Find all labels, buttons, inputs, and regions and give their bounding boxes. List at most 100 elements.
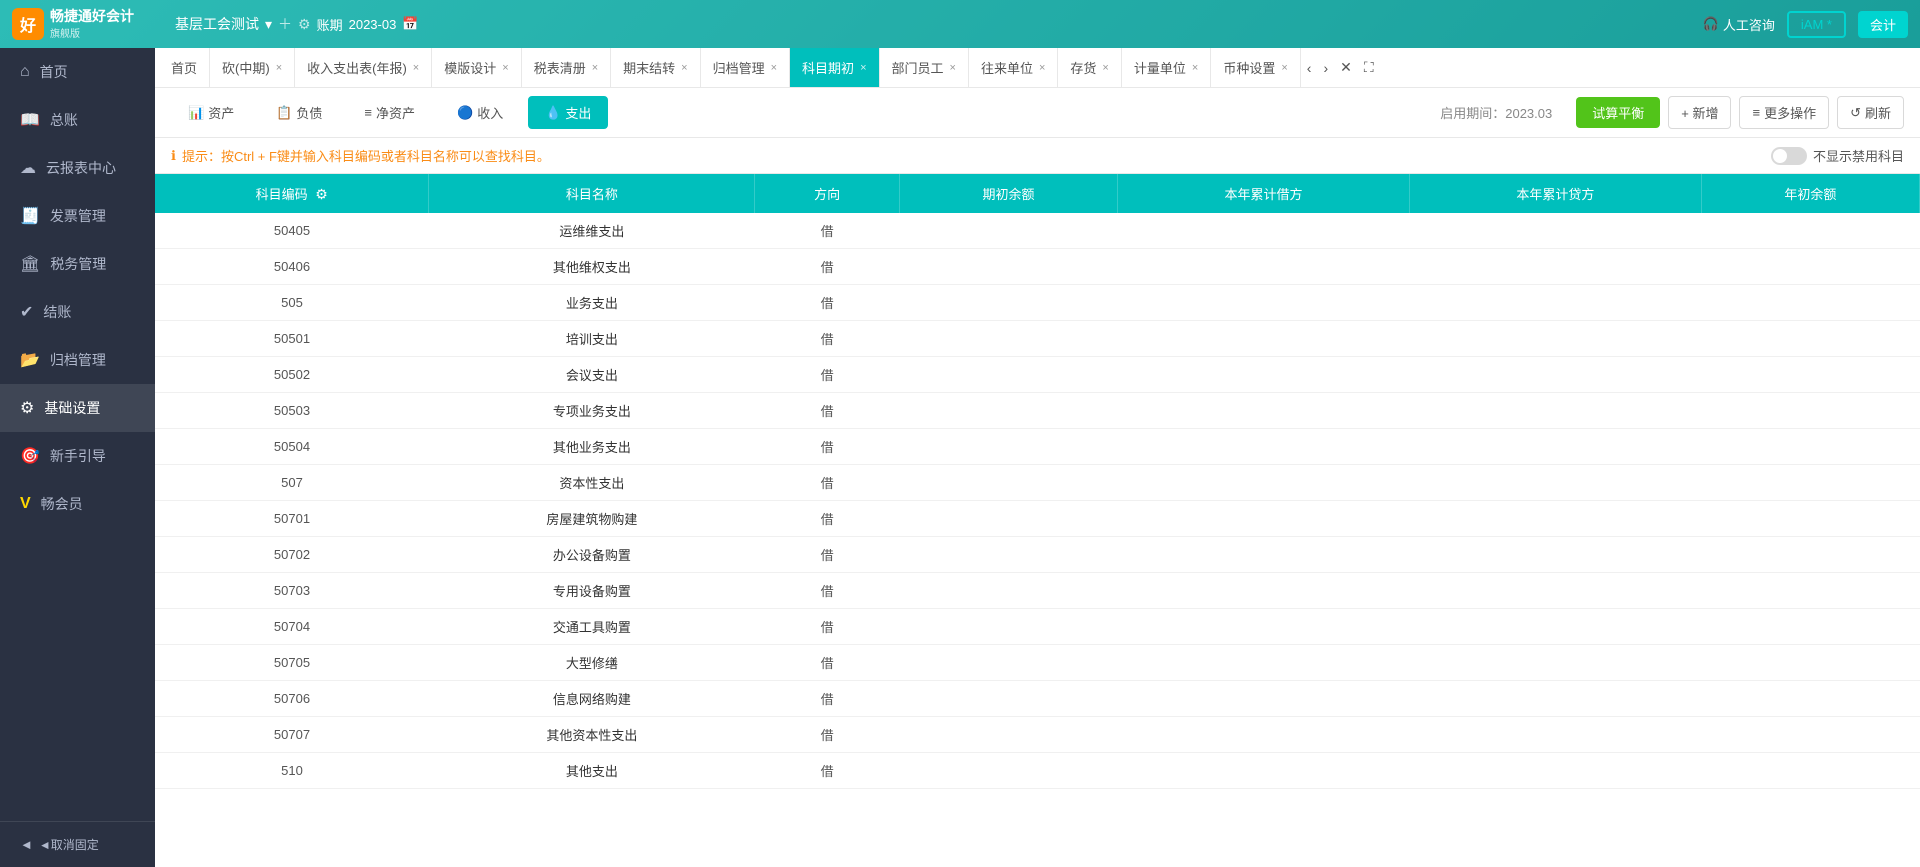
tab-currency[interactable]: 币种设置 ×	[1211, 48, 1300, 88]
balance-btn[interactable]: 试算平衡	[1576, 97, 1660, 128]
sidebar-item-tax[interactable]: 🏛 税务管理	[0, 240, 155, 288]
sidebar-item-home[interactable]: ⌂ 首页	[0, 48, 155, 96]
table-row[interactable]: 50406 其他维权支出 借	[155, 249, 1920, 285]
tab-subject-initial[interactable]: 科目期初 ×	[790, 48, 879, 88]
cell-dir: 借	[755, 501, 900, 537]
table-row[interactable]: 50706 信息网络购建 借	[155, 681, 1920, 717]
tab-inventory[interactable]: 存货 ×	[1058, 48, 1121, 88]
disable-toggle[interactable]	[1771, 147, 1807, 165]
table-row[interactable]: 50707 其他资本性支出 借	[155, 717, 1920, 753]
tab-unit[interactable]: 计量单位 ×	[1122, 48, 1211, 88]
add-company-icon[interactable]: ＋	[278, 14, 292, 34]
tab-next-btn[interactable]: ›	[1317, 48, 1334, 88]
kuaiji-button[interactable]: 会计	[1858, 11, 1908, 38]
cell-credit	[1409, 573, 1701, 609]
sidebar-item-invoice[interactable]: 🧾 发票管理	[0, 192, 155, 240]
sidebar-item-archive[interactable]: 📂 归档管理	[0, 336, 155, 384]
sidebar-item-checkout[interactable]: ✔ 结账	[0, 288, 155, 336]
cell-code: 50707	[155, 717, 429, 753]
cat-tab-net-assets[interactable]: ≡ 净资产	[347, 96, 432, 129]
add-btn[interactable]: + 新增	[1668, 96, 1731, 129]
cell-year-start	[1701, 681, 1919, 717]
tab-tax[interactable]: 税表清册 ×	[522, 48, 611, 88]
tab-contacts-close[interactable]: ×	[1039, 62, 1045, 74]
sidebar-item-guide[interactable]: 🎯 新手引导	[0, 432, 155, 480]
cell-code: 50502	[155, 357, 429, 393]
more-btn[interactable]: ≡ 更多操作	[1739, 96, 1829, 129]
table-row[interactable]: 50405 运维维支出 借	[155, 213, 1920, 249]
income-icon: 🔵	[457, 105, 473, 121]
cell-balance	[899, 717, 1117, 753]
tab-income-label: 收入支出表(年报)	[307, 58, 407, 77]
table-row[interactable]: 50702 办公设备购置 借	[155, 537, 1920, 573]
tab-home[interactable]: 首页	[159, 48, 210, 88]
cat-tab-income[interactable]: 🔵 收入	[440, 96, 520, 129]
company-area[interactable]: 基层工会测试 ▾ ＋ ⚙ 账期 2023-03 📅	[175, 14, 419, 34]
table-row[interactable]: 505 业务支出 借	[155, 285, 1920, 321]
tab-subject-close[interactable]: ×	[860, 62, 866, 74]
tab-income-expense[interactable]: 收入支出表(年报) ×	[295, 48, 432, 88]
company-dropdown-icon[interactable]: ▾	[265, 16, 272, 33]
cell-debit	[1118, 357, 1410, 393]
table-row[interactable]: 50705 大型修缮 借	[155, 645, 1920, 681]
table-header-row: 科目编码 ⚙ 科目名称 方向 期初余额 本年累计借方 本年累计贷方 年初余额	[155, 174, 1920, 213]
tab-period-end-close[interactable]: ×	[681, 62, 687, 74]
tab-inventory-close[interactable]: ×	[1102, 62, 1108, 74]
tab-maximize-btn[interactable]: ⛶	[1358, 48, 1380, 88]
table-row[interactable]: 50503 专项业务支出 借	[155, 393, 1920, 429]
expense-icon: 💧	[545, 105, 561, 121]
support-btn[interactable]: 🎧 人工咨询	[1703, 15, 1775, 34]
table-row[interactable]: 50502 会议支出 借	[155, 357, 1920, 393]
subject-table: 科目编码 ⚙ 科目名称 方向 期初余额 本年累计借方 本年累计贷方 年初余额	[155, 174, 1920, 789]
tab-close-all-btn[interactable]: ✕	[1334, 48, 1358, 88]
iam-button[interactable]: iAM *	[1787, 11, 1846, 38]
cell-code: 50703	[155, 573, 429, 609]
sidebar-item-general-ledger[interactable]: 📖 总账	[0, 96, 155, 144]
tab-contacts[interactable]: 往来单位 ×	[969, 48, 1058, 88]
table-row[interactable]: 507 资本性支出 借	[155, 465, 1920, 501]
toggle-row: 不显示禁用科目	[1771, 146, 1904, 165]
calendar-icon[interactable]: 📅	[402, 16, 418, 32]
table-row[interactable]: 510 其他支出 借	[155, 753, 1920, 789]
table-row[interactable]: 50501 培训支出 借	[155, 321, 1920, 357]
settings-sidebar-icon: ⚙	[20, 398, 34, 418]
collapse-label: ◄取消固定	[39, 836, 99, 853]
sidebar-item-vip[interactable]: V 畅会员	[0, 480, 155, 528]
refresh-btn[interactable]: ↺ 刷新	[1837, 96, 1904, 129]
tab-dept-close[interactable]: ×	[950, 62, 956, 74]
settings-icon[interactable]: ⚙	[298, 16, 311, 33]
cat-tab-liabilities[interactable]: 📋 负债	[259, 96, 339, 129]
tab-prev-btn[interactable]: ‹	[1301, 48, 1318, 88]
tab-mid-close[interactable]: ×	[276, 62, 282, 74]
period-label: 账期	[317, 15, 343, 34]
column-settings-icon[interactable]: ⚙	[315, 186, 328, 202]
tab-income-close[interactable]: ×	[413, 62, 419, 74]
table-row[interactable]: 50504 其他业务支出 借	[155, 429, 1920, 465]
tab-currency-close[interactable]: ×	[1281, 62, 1287, 74]
cell-year-start	[1701, 357, 1919, 393]
sidebar-item-cloud-reports[interactable]: ☁ 云报表中心	[0, 144, 155, 192]
tab-filing[interactable]: 归档管理 ×	[701, 48, 790, 88]
tab-template[interactable]: 模版设计 ×	[432, 48, 521, 88]
tab-dept[interactable]: 部门员工 ×	[880, 48, 969, 88]
account-period: 账期 2023-03 📅	[317, 15, 419, 34]
refresh-icon: ↺	[1850, 105, 1861, 121]
cell-year-start	[1701, 609, 1919, 645]
cat-tab-assets[interactable]: 📊 资产	[171, 96, 251, 129]
tab-period-end[interactable]: 期末结转 ×	[611, 48, 700, 88]
tab-tax-close[interactable]: ×	[592, 62, 598, 74]
tab-contacts-label: 往来单位	[981, 58, 1033, 77]
cell-credit	[1409, 537, 1701, 573]
table-row[interactable]: 50703 专用设备购置 借	[155, 573, 1920, 609]
tab-template-close[interactable]: ×	[502, 62, 508, 74]
tab-unit-close[interactable]: ×	[1192, 62, 1198, 74]
cat-tab-expense[interactable]: 💧 支出	[528, 96, 608, 129]
cell-year-start	[1701, 645, 1919, 681]
tab-mid-period[interactable]: 砍(中期) ×	[210, 48, 295, 88]
cell-dir: 借	[755, 429, 900, 465]
table-row[interactable]: 50701 房屋建筑物购建 借	[155, 501, 1920, 537]
sidebar-item-settings[interactable]: ⚙ 基础设置	[0, 384, 155, 432]
table-row[interactable]: 50704 交通工具购置 借	[155, 609, 1920, 645]
tab-filing-close[interactable]: ×	[771, 62, 777, 74]
sidebar-collapse-btn[interactable]: ◄ ◄取消固定	[0, 821, 155, 867]
